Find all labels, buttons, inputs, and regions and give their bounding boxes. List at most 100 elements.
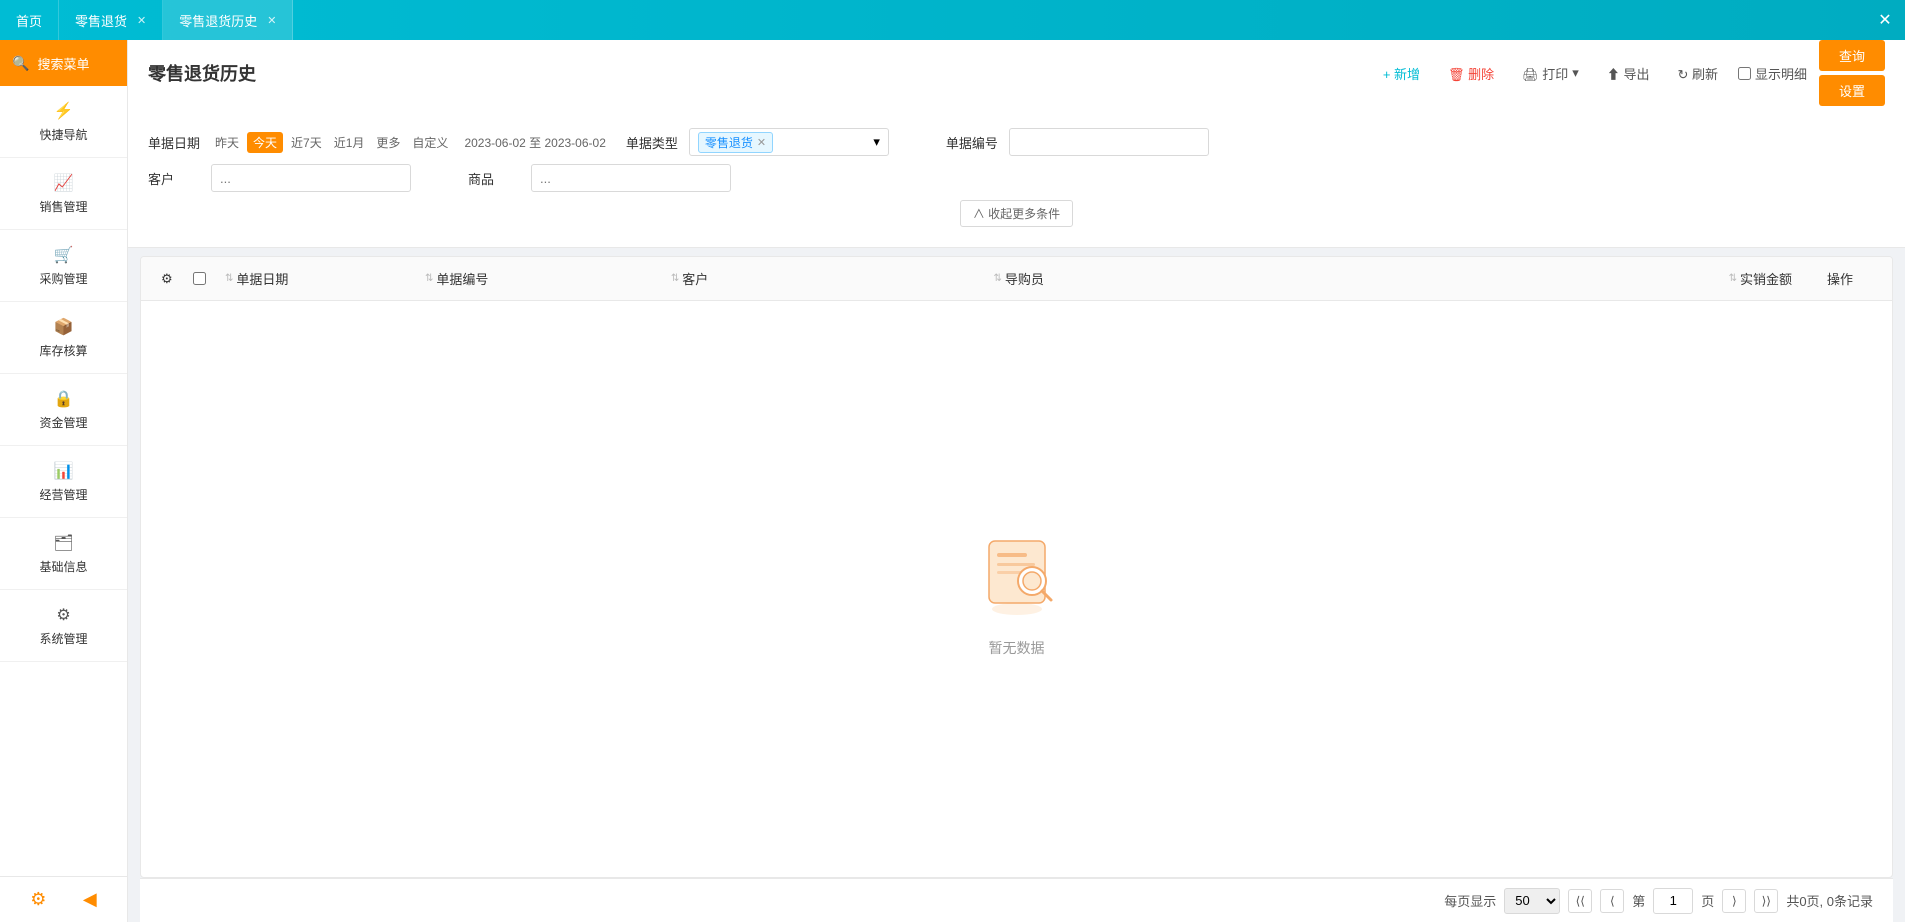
date-option-近1月[interactable]: 近1月 [330,132,369,153]
nav-icon: 📦 [53,316,75,338]
bill-no-filter-item: 单据编号 [946,128,1246,156]
table-col-guide[interactable]: ⇅ 导购员 [986,265,1155,292]
show-detail-checkbox[interactable] [1738,67,1751,80]
tab-close-零售退货历史[interactable]: ✕ [267,14,276,27]
date-option-自定义[interactable]: 自定义 [408,132,452,153]
bill-type-tag-close[interactable]: ✕ [757,136,766,149]
nav-item-销售管理[interactable]: 📈 销售管理 [0,158,127,230]
nav-icon: 📈 [53,172,75,194]
nav-label: 快捷导航 [39,126,87,143]
customer-input[interactable] [211,164,411,192]
goods-label: 商品 [468,169,523,188]
query-button[interactable]: 查询 [1819,40,1885,71]
date-options: 昨天今天近7天近1月更多自定义 [211,132,452,153]
per-page-label: 每页显示 [1444,891,1496,910]
total-info: 共0页, 0条记录 [1786,891,1873,910]
bill-type-label: 单据类型 [626,133,681,152]
table-col-billno[interactable]: ⇅ 单据编号 [417,265,663,292]
bill-no-input[interactable] [1009,128,1209,156]
date-option-昨天[interactable]: 昨天 [211,132,243,153]
nav-icon: 📊 [53,460,75,482]
date-range-text: 2023-06-02 至 2023-06-02 [464,134,605,151]
filter-row-1: 单据日期 昨天今天近7天近1月更多自定义 2023-06-02 至 2023-0… [148,128,1885,156]
collapse-label: ∧ 收起更多条件 [973,205,1060,222]
tab-close-零售退货[interactable]: ✕ [137,14,146,27]
nav-icon: 🔒 [53,388,75,410]
table-col-date[interactable]: ⇅ 单据日期 [217,265,417,292]
settings-icon[interactable]: ⚙ [30,889,46,910]
new-label: + 新增 [1383,64,1420,83]
pagination-bar: 每页显示 10 20 50 100 ⟨⟨ ⟨ 第 页 ⟩ ⟩⟩ 共0页, 0条记… [140,878,1893,922]
nav-item-系统管理[interactable]: ⚙ 系统管理 [0,590,127,662]
prev-page-button[interactable]: ⟨ [1600,889,1624,913]
per-page-select[interactable]: 10 20 50 100 [1504,888,1560,914]
page-label: 第 [1632,891,1645,910]
nav-label: 资金管理 [39,414,87,431]
tab-零售退货历史[interactable]: 零售退货历史✕ [163,0,293,40]
sidebar-search-button[interactable]: 🔍 搜索菜单 [0,40,127,86]
tab-零售退货[interactable]: 零售退货✕ [59,0,163,40]
last-page-button[interactable]: ⟩⟩ [1754,889,1778,913]
sidebar-search-label: 搜索菜单 [37,54,89,73]
export-label: ⬆ 导出 [1607,64,1650,83]
tab-首页[interactable]: 首页 [0,0,59,40]
filter-row-2: 客户 商品 [148,164,1885,192]
main-layout: 🔍 搜索菜单 ⚡ 快捷导航📈 销售管理🛒 采购管理📦 库存核算🔒 资金管理📊 经… [0,40,1905,922]
nav-label: 基础信息 [39,558,87,575]
collapse-filter-button[interactable]: ∧ 收起更多条件 [960,200,1073,227]
toolbar-right: + 新增 🗑 删除 🖨 打印 ▾ ⬆ 导出 ↻ 刷新 [1375,40,1885,106]
date-option-今天[interactable]: 今天 [247,132,283,153]
table-col-amount[interactable]: ⇅ 实销金额 [1631,265,1800,292]
tab-list: 首页零售退货✕零售退货历史✕ [0,0,1865,40]
page-title: 零售退货历史 [148,60,256,86]
settings-button[interactable]: 设置 [1819,75,1885,106]
delete-button[interactable]: 🗑 删除 [1440,60,1502,87]
table-col-settings[interactable]: ⚙ [153,267,185,291]
date-option-近7天[interactable]: 近7天 [287,132,326,153]
select-all-checkbox[interactable] [193,272,206,285]
table-header: ⚙ ⇅ 单据日期 ⇅ 单据编号 ⇅ 客户 ⇅ [141,257,1892,301]
export-button[interactable]: ⬆ 导出 [1599,60,1658,87]
bill-type-select[interactable]: 零售退货 ✕ ▾ [689,128,889,156]
settings-col-icon: ⚙ [161,271,173,287]
nav-icon: ⚙ [53,604,75,626]
collapse-sidebar-icon[interactable]: ◀ [83,889,97,910]
print-button[interactable]: 🖨 打印 ▾ [1514,60,1587,87]
goods-input[interactable] [531,164,731,192]
nav-item-资金管理[interactable]: 🔒 资金管理 [0,374,127,446]
new-button[interactable]: + 新增 [1375,60,1428,87]
nav-icon: ⚡ [53,100,75,122]
table-body: 暂无数据 [141,301,1892,877]
empty-text: 暂无数据 [989,638,1045,658]
table-col-action: 操作 [1800,265,1880,292]
bill-type-dropdown-icon: ▾ [873,134,880,150]
refresh-label: ↻ 刷新 [1677,64,1718,83]
sort-billno-icon: ⇅ [425,273,433,284]
first-page-button[interactable]: ⟨⟨ [1568,889,1592,913]
table-col-check [185,268,217,289]
date-option-更多[interactable]: 更多 [372,132,404,153]
search-icon: 🔍 [12,55,29,72]
page-number-input[interactable] [1653,888,1693,914]
nav-item-基础信息[interactable]: 🗂 基础信息 [0,518,127,590]
sidebar: 🔍 搜索菜单 ⚡ 快捷导航📈 销售管理🛒 采购管理📦 库存核算🔒 资金管理📊 经… [0,40,128,922]
nav-item-快捷导航[interactable]: ⚡ 快捷导航 [0,86,127,158]
show-detail-label: 显示明细 [1755,64,1807,83]
nav-label: 采购管理 [39,270,87,287]
bill-no-label: 单据编号 [946,133,1001,152]
sort-customer-icon: ⇅ [671,273,679,284]
filter-area: 单据日期 昨天今天近7天近1月更多自定义 2023-06-02 至 2023-0… [148,118,1885,237]
window-close-button[interactable]: ✕ [1865,0,1905,40]
table-section: ⚙ ⇅ 单据日期 ⇅ 单据编号 ⇅ 客户 ⇅ [140,256,1893,878]
query-settings-group: 查询 设置 [1819,40,1885,106]
page-title-row: 零售退货历史 + 新增 🗑 删除 🖨 打印 ▾ ⬆ 导出 [148,40,1885,106]
date-filter-label: 单据日期 [148,133,203,152]
table-col-customer[interactable]: ⇅ 客户 [663,265,986,292]
sort-guide-icon: ⇅ [994,273,1002,284]
refresh-button[interactable]: ↻ 刷新 [1669,60,1726,87]
bill-type-tag: 零售退货 ✕ [698,132,773,153]
nav-item-采购管理[interactable]: 🛒 采购管理 [0,230,127,302]
nav-item-库存核算[interactable]: 📦 库存核算 [0,302,127,374]
nav-item-经营管理[interactable]: 📊 经营管理 [0,446,127,518]
next-page-button[interactable]: ⟩ [1722,889,1746,913]
